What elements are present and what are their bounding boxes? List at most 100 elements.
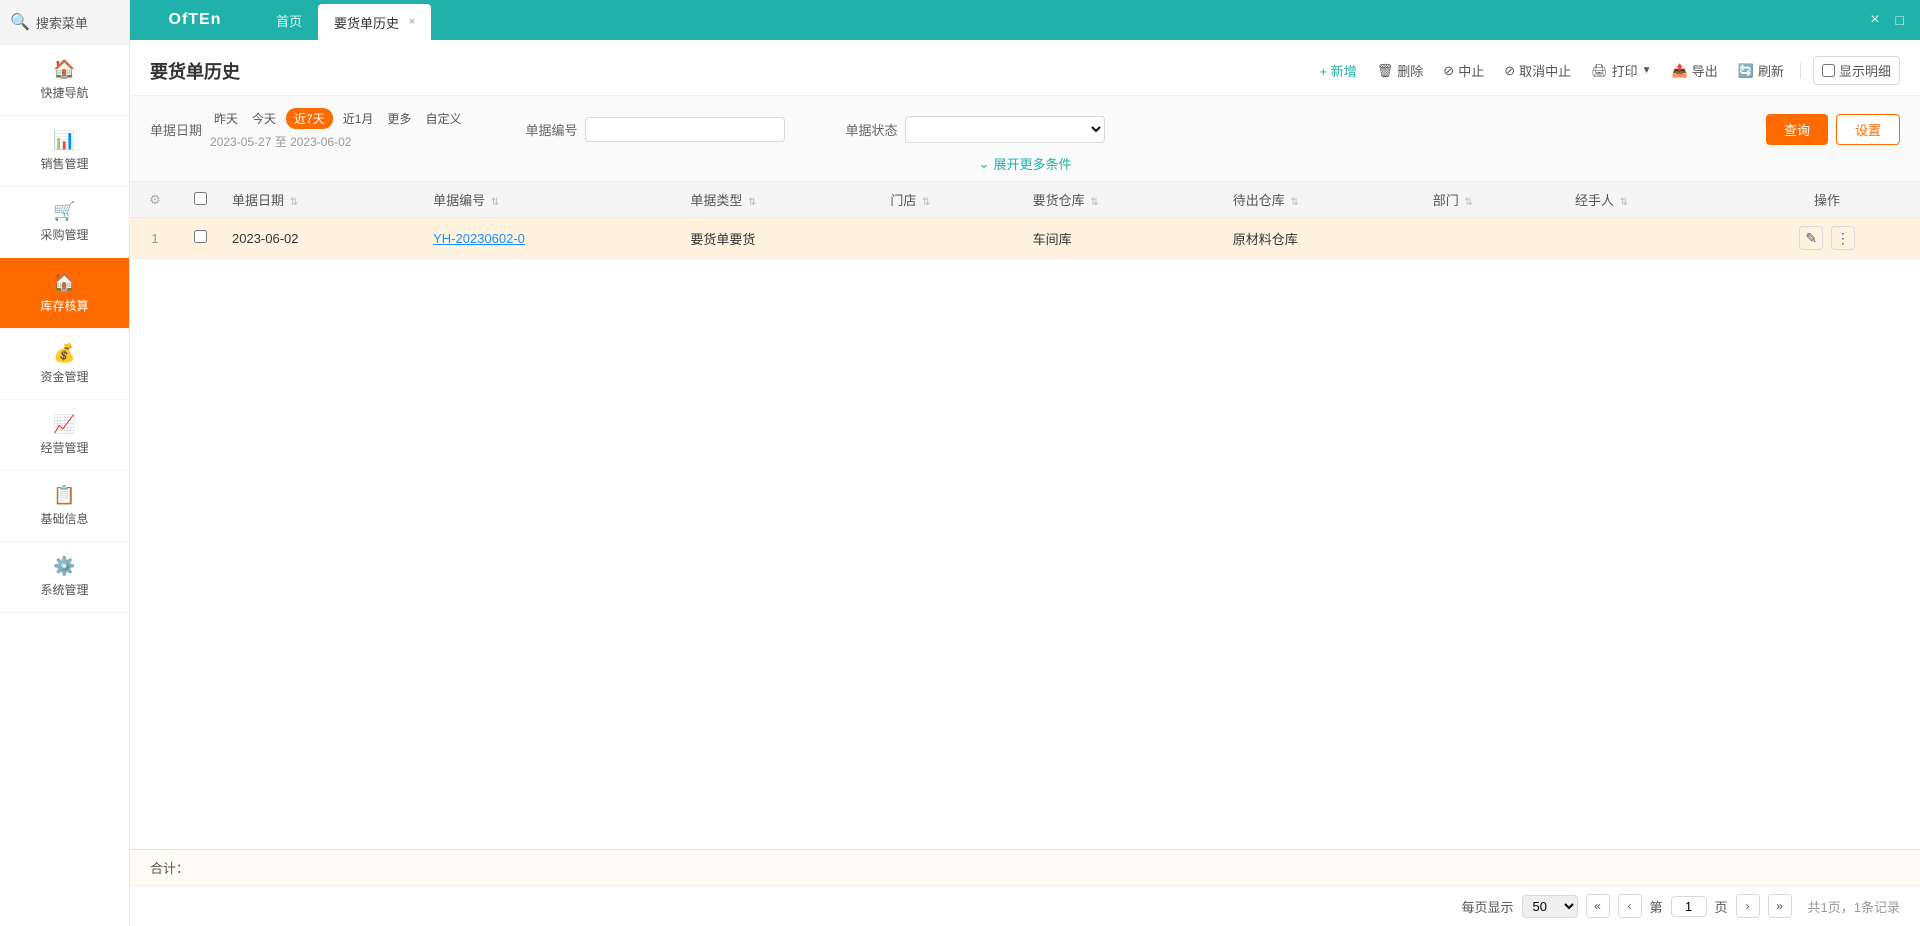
col-bill-no[interactable]: 单据编号 ⇅: [421, 182, 678, 218]
row-bill-no-link[interactable]: YH-20230602-0: [433, 231, 525, 246]
tab-close-icon[interactable]: ×: [409, 16, 415, 28]
tabbar-controls: × □: [1866, 9, 1920, 31]
summary-label: 合计：: [150, 858, 189, 877]
row-date: 2023-06-02: [220, 218, 421, 259]
page-label: 第: [1650, 897, 1663, 916]
date-btn-1month[interactable]: 近1月: [339, 109, 378, 128]
cancel-stop-btn[interactable]: ⊘ 取消中止: [1500, 57, 1575, 84]
query-btn[interactable]: 查询: [1766, 114, 1828, 145]
last-page-btn[interactable]: »: [1768, 894, 1792, 918]
col-date[interactable]: 单据日期 ⇅: [220, 182, 421, 218]
date-btn-7days[interactable]: 近7天: [286, 108, 333, 129]
sidebar-item-operations[interactable]: 📈 经营管理: [0, 400, 129, 471]
prev-page-btn[interactable]: ‹: [1618, 894, 1642, 918]
tab-home[interactable]: 首页: [260, 0, 318, 40]
delete-btn[interactable]: 🗑 删除: [1373, 57, 1428, 84]
date-btn-yesterday[interactable]: 昨天: [210, 109, 242, 128]
row-more-btn[interactable]: ⋮: [1831, 226, 1855, 250]
sort-handler-icon[interactable]: ⇅: [1620, 197, 1628, 208]
date-range-display: 2023-05-27 至 2023-06-02: [210, 133, 465, 150]
sidebar-item-sales[interactable]: 📊 销售管理: [0, 116, 129, 187]
sidebar-item-system[interactable]: ⚙️ 系统管理: [0, 542, 129, 613]
print-dropdown-icon[interactable]: ▼: [1642, 65, 1652, 76]
export-btn[interactable]: 📤 导出: [1668, 57, 1722, 84]
date-btn-more[interactable]: 更多: [383, 109, 415, 128]
first-page-btn[interactable]: «: [1586, 894, 1610, 918]
table-checkbox-col: [180, 182, 220, 218]
row-select-checkbox[interactable]: [194, 230, 207, 243]
table-area: ⚙ 单据日期 ⇅ 单据编号 ⇅ 单据类型 ⇅ 门店 ⇅ 要货仓库 ⇅ 待出仓库 …: [130, 182, 1920, 849]
sidebar-search-label: 搜索菜单: [36, 13, 88, 32]
sort-store-icon[interactable]: ⇅: [922, 197, 930, 208]
sidebar-item-basic[interactable]: 📋 基础信息: [0, 471, 129, 542]
new-btn[interactable]: + 新增: [1316, 57, 1361, 84]
refresh-label: 刷新: [1758, 61, 1784, 80]
sidebar-item-finance[interactable]: 💰 资金管理: [0, 329, 129, 400]
page-number-input[interactable]: [1671, 896, 1707, 917]
refresh-icon: 🔄: [1738, 63, 1754, 79]
operations-icon: 📈: [53, 414, 75, 435]
col-store[interactable]: 门店 ⇅: [878, 182, 1020, 218]
col-department[interactable]: 部门 ⇅: [1421, 182, 1563, 218]
bill-no-filter: 单据编号: [525, 117, 785, 142]
col-bill-type[interactable]: 单据类型 ⇅: [678, 182, 878, 218]
date-quick-options: 昨天 今天 近7天 近1月 更多 自定义: [210, 108, 465, 129]
row-handler: [1563, 218, 1734, 259]
date-btn-today[interactable]: 今天: [248, 109, 280, 128]
row-checkbox[interactable]: [180, 218, 220, 259]
table-settings-col[interactable]: ⚙: [130, 182, 180, 218]
stop-btn[interactable]: ⊘ 中止: [1439, 57, 1488, 84]
select-all-checkbox[interactable]: [194, 192, 207, 205]
display-detail-label: 显示明细: [1839, 61, 1891, 80]
refresh-btn[interactable]: 🔄 刷新: [1734, 57, 1788, 84]
print-label: 打印: [1612, 61, 1638, 80]
print-btn[interactable]: 🖨 打印 ▼: [1587, 57, 1655, 84]
bill-no-input[interactable]: [585, 117, 785, 142]
pagination: 每页显示 50 100 « ‹ 第 页 › » 共1页，1条记录: [130, 885, 1920, 926]
export-label: 导出: [1692, 61, 1718, 80]
filter-area: 单据日期 昨天 今天 近7天 近1月 更多 自定义 2023-05-27 至 2…: [130, 96, 1920, 182]
print-icon: 🖨: [1591, 63, 1608, 79]
stop-label: 中止: [1458, 61, 1484, 80]
row-pending-warehouse: 原材料仓库: [1221, 218, 1421, 259]
display-detail-checkbox[interactable]: [1822, 64, 1835, 77]
inventory-icon: 🏠: [53, 272, 75, 293]
sort-pendingwh-icon[interactable]: ⇅: [1290, 197, 1298, 208]
sort-billno-icon[interactable]: ⇅: [491, 197, 499, 208]
row-bill-type: 要货单要货: [678, 218, 878, 259]
row-edit-btn[interactable]: ✎: [1799, 226, 1823, 250]
sidebar: 🔍 搜索菜单 🏠 快捷导航 📊 销售管理 🛒 采购管理 🏠 库存核算 💰 资金管…: [0, 0, 130, 926]
row-ops: ✎ ⋮: [1734, 218, 1920, 259]
status-select[interactable]: [905, 116, 1105, 143]
cancel-stop-icon: ⊘: [1504, 63, 1515, 79]
brand: OfTEn: [130, 0, 260, 40]
sort-date-icon[interactable]: ⇅: [290, 197, 298, 208]
col-handler[interactable]: 经手人 ⇅: [1563, 182, 1734, 218]
sort-billtype-icon[interactable]: ⇅: [748, 197, 756, 208]
sidebar-item-home[interactable]: 🏠 快捷导航: [0, 45, 129, 116]
sidebar-item-inventory[interactable]: 🏠 库存核算: [0, 258, 129, 329]
next-page-btn[interactable]: ›: [1736, 894, 1760, 918]
sidebar-item-label: 系统管理: [40, 581, 88, 598]
content-area: 要货单历史 + 新增 🗑 删除 ⊘ 中止 ⊘ 取消中止: [130, 40, 1920, 926]
window-maximize-btn[interactable]: □: [1892, 10, 1908, 30]
col-pending-warehouse[interactable]: 待出仓库 ⇅: [1221, 182, 1421, 218]
display-detail-toggle[interactable]: 显示明细: [1813, 56, 1900, 85]
finance-icon: 💰: [53, 343, 75, 364]
sidebar-item-purchase[interactable]: 🛒 采购管理: [0, 187, 129, 258]
delete-label: 删除: [1397, 61, 1423, 80]
sort-dept-icon[interactable]: ⇅: [1464, 197, 1472, 208]
expand-more-btn[interactable]: ⌄ 展开更多条件: [150, 154, 1900, 173]
date-btn-custom[interactable]: 自定义: [421, 109, 465, 128]
per-page-select[interactable]: 50 100: [1522, 895, 1578, 918]
tab-active-label: 要货单历史: [334, 13, 399, 32]
window-close-btn[interactable]: ×: [1866, 9, 1883, 31]
tab-active[interactable]: 要货单历史 ×: [318, 4, 431, 40]
sidebar-item-label: 采购管理: [40, 226, 88, 243]
date-filter-group: 单据日期 昨天 今天 近7天 近1月 更多 自定义 2023-05-27 至 2…: [150, 108, 465, 150]
settings-btn[interactable]: 设置: [1836, 114, 1900, 145]
col-req-warehouse[interactable]: 要货仓库 ⇅: [1021, 182, 1221, 218]
sidebar-item-search[interactable]: 🔍 搜索菜单: [0, 0, 129, 45]
purchase-icon: 🛒: [53, 201, 75, 222]
sort-reqwh-icon[interactable]: ⇅: [1090, 197, 1098, 208]
